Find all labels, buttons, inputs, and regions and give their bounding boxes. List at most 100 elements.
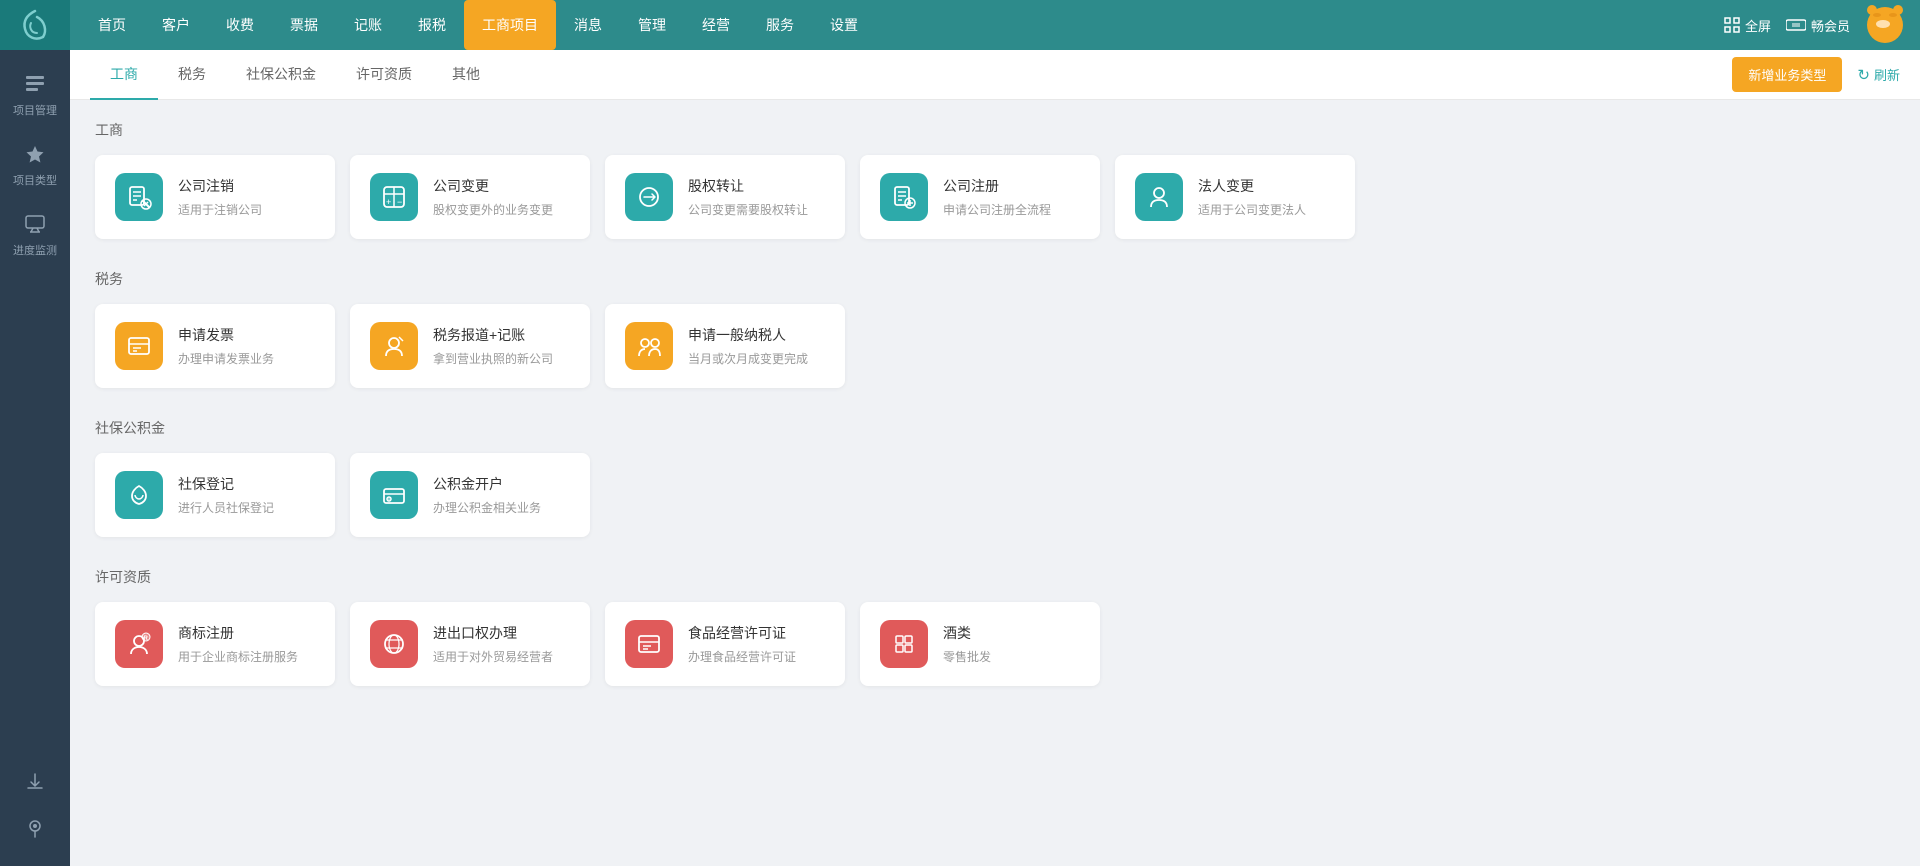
card-title-food-license: 食品经营许可证 <box>688 623 825 643</box>
equity-transfer-icon <box>625 173 673 221</box>
left-sidebar: 项目管理 项目类型 进度监测 <box>0 50 70 866</box>
nav-home[interactable]: 首页 <box>80 0 144 50</box>
card-title-general-taxpayer: 申请一般纳税人 <box>688 325 825 345</box>
avatar[interactable] <box>1865 5 1905 45</box>
card-desc-food-license: 办理食品经营许可证 <box>688 648 825 665</box>
card-desc-liquor: 零售批发 <box>943 648 1080 665</box>
section-title-business: 工商 <box>95 120 1895 140</box>
nav-invoice[interactable]: 票据 <box>272 0 336 50</box>
card-title-import-export: 进出口权办理 <box>433 623 570 643</box>
nav-accounting[interactable]: 记账 <box>336 0 400 50</box>
card-text-trademark: 商标注册 用于企业商标注册服务 <box>178 623 315 665</box>
tax-accounting-icon <box>370 322 418 370</box>
sidebar-item-progress[interactable]: 进度监测 <box>0 200 70 270</box>
card-text-liquor: 酒类 零售批发 <box>943 623 1080 665</box>
add-business-type-button[interactable]: 新增业务类型 <box>1732 57 1842 92</box>
main-layout: 项目管理 项目类型 进度监测 <box>0 50 1920 866</box>
tab-tax[interactable]: 税务 <box>158 50 226 100</box>
card-desc-tax-accounting: 拿到营业执照的新公司 <box>433 350 570 367</box>
card-social-register[interactable]: 社保登记 进行人员社保登记 <box>95 453 335 537</box>
section-business: 工商 <box>95 120 1895 239</box>
cards-grid-social-insurance: 社保登记 进行人员社保登记 <box>95 453 1895 537</box>
card-title-company-register: 公司注册 <box>943 176 1080 196</box>
card-text-import-export: 进出口权办理 适用于对外贸易经营者 <box>433 623 570 665</box>
social-register-icon <box>115 471 163 519</box>
card-import-export[interactable]: 进出口权办理 适用于对外贸易经营者 <box>350 602 590 686</box>
card-company-change[interactable]: + − 公司变更 股权变更外的业务变更 <box>350 155 590 239</box>
card-trademark[interactable]: R 商标注册 用于企业商标注册服务 <box>95 602 335 686</box>
card-title-equity-transfer: 股权转让 <box>688 176 825 196</box>
card-desc-legal-change: 适用于公司变更法人 <box>1198 201 1335 218</box>
card-provident-fund[interactable]: 公积金开户 办理公积金相关业务 <box>350 453 590 537</box>
card-liquor[interactable]: 酒类 零售批发 <box>860 602 1100 686</box>
tab-other[interactable]: 其他 <box>432 50 500 100</box>
fullscreen-button[interactable]: 全屏 <box>1724 16 1771 35</box>
card-desc-equity-transfer: 公司变更需要股权转让 <box>688 201 825 218</box>
svg-text:+: + <box>386 197 391 207</box>
general-taxpayer-icon <box>625 322 673 370</box>
sidebar-download[interactable] <box>0 759 70 805</box>
refresh-button[interactable]: ↻ 刷新 <box>1857 65 1900 84</box>
card-desc-company-cancel: 适用于注销公司 <box>178 201 315 218</box>
top-navigation: 首页 客户 收费 票据 记账 报税 工商项目 消息 管理 经营 服务 设置 全屏… <box>0 0 1920 50</box>
nav-tax[interactable]: 报税 <box>400 0 464 50</box>
nav-message[interactable]: 消息 <box>556 0 620 50</box>
card-apply-invoice[interactable]: 申请发票 办理申请发票业务 <box>95 304 335 388</box>
sidebar-label-project-manage: 项目管理 <box>13 102 57 118</box>
section-title-social-insurance: 社保公积金 <box>95 418 1895 438</box>
card-desc-company-register: 申请公司注册全流程 <box>943 201 1080 218</box>
tab-social-insurance[interactable]: 社保公积金 <box>226 50 336 100</box>
sidebar-item-project-type[interactable]: 项目类型 <box>0 130 70 200</box>
tab-license[interactable]: 许可资质 <box>336 50 432 100</box>
sidebar-item-project-manage[interactable]: 项目管理 <box>0 60 70 130</box>
nav-settings[interactable]: 设置 <box>812 0 876 50</box>
nav-manage[interactable]: 管理 <box>620 0 684 50</box>
section-license: 许可资质 R 商标注册 用于企 <box>95 567 1895 686</box>
card-text-apply-invoice: 申请发票 办理申请发票业务 <box>178 325 315 367</box>
card-title-company-change: 公司变更 <box>433 176 570 196</box>
provident-fund-icon <box>370 471 418 519</box>
card-text-company-change: 公司变更 股权变更外的业务变更 <box>433 176 570 218</box>
card-company-register[interactable]: 公司注册 申请公司注册全流程 <box>860 155 1100 239</box>
card-general-taxpayer[interactable]: 申请一般纳税人 当月或次月成变更完成 <box>605 304 845 388</box>
sidebar-location[interactable] <box>0 805 70 851</box>
card-title-legal-change: 法人变更 <box>1198 176 1335 196</box>
nav-service[interactable]: 服务 <box>748 0 812 50</box>
card-equity-transfer[interactable]: 股权转让 公司变更需要股权转让 <box>605 155 845 239</box>
food-license-icon <box>625 620 673 668</box>
logo[interactable] <box>0 0 70 50</box>
card-title-social-register: 社保登记 <box>178 474 315 494</box>
section-title-tax: 税务 <box>95 269 1895 289</box>
card-title-company-cancel: 公司注销 <box>178 176 315 196</box>
card-legal-change[interactable]: 法人变更 适用于公司变更法人 <box>1115 155 1355 239</box>
card-text-general-taxpayer: 申请一般纳税人 当月或次月成变更完成 <box>688 325 825 367</box>
star-icon <box>23 142 47 166</box>
monitor-icon <box>23 212 47 236</box>
card-text-equity-transfer: 股权转让 公司变更需要股权转让 <box>688 176 825 218</box>
refresh-icon: ↻ <box>1857 66 1870 84</box>
scroll-content[interactable]: 工商 <box>70 100 1920 866</box>
card-desc-general-taxpayer: 当月或次月成变更完成 <box>688 350 825 367</box>
import-export-icon <box>370 620 418 668</box>
cards-grid-license: R 商标注册 用于企业商标注册服务 <box>95 602 1895 686</box>
card-desc-social-register: 进行人员社保登记 <box>178 499 315 516</box>
apply-invoice-icon <box>115 322 163 370</box>
card-company-cancel[interactable]: 公司注销 适用于注销公司 <box>95 155 335 239</box>
nav-fee[interactable]: 收费 <box>208 0 272 50</box>
card-text-legal-change: 法人变更 适用于公司变更法人 <box>1198 176 1335 218</box>
card-text-provident-fund: 公积金开户 办理公积金相关业务 <box>433 474 570 516</box>
card-food-license[interactable]: 食品经营许可证 办理食品经营许可证 <box>605 602 845 686</box>
nav-business[interactable]: 工商项目 <box>464 0 556 50</box>
section-tax: 税务 申请发票 办理申请发票 <box>95 269 1895 388</box>
member-button[interactable]: 畅会员 <box>1786 16 1850 35</box>
tab-business[interactable]: 工商 <box>90 50 158 100</box>
nav-customer[interactable]: 客户 <box>144 0 208 50</box>
nav-operation[interactable]: 经营 <box>684 0 748 50</box>
card-tax-accounting[interactable]: 税务报道+记账 拿到营业执照的新公司 <box>350 304 590 388</box>
svg-text:−: − <box>397 197 402 207</box>
section-social-insurance: 社保公积金 社保登记 进行人员社保登记 <box>95 418 1895 537</box>
card-text-food-license: 食品经营许可证 办理食品经营许可证 <box>688 623 825 665</box>
tab-bar: 工商 税务 社保公积金 许可资质 其他 新增业务类型 ↻ 刷新 <box>70 50 1920 100</box>
nav-menu: 首页 客户 收费 票据 记账 报税 工商项目 消息 管理 经营 服务 设置 <box>70 0 1724 50</box>
sidebar-label-project-type: 项目类型 <box>13 172 57 188</box>
